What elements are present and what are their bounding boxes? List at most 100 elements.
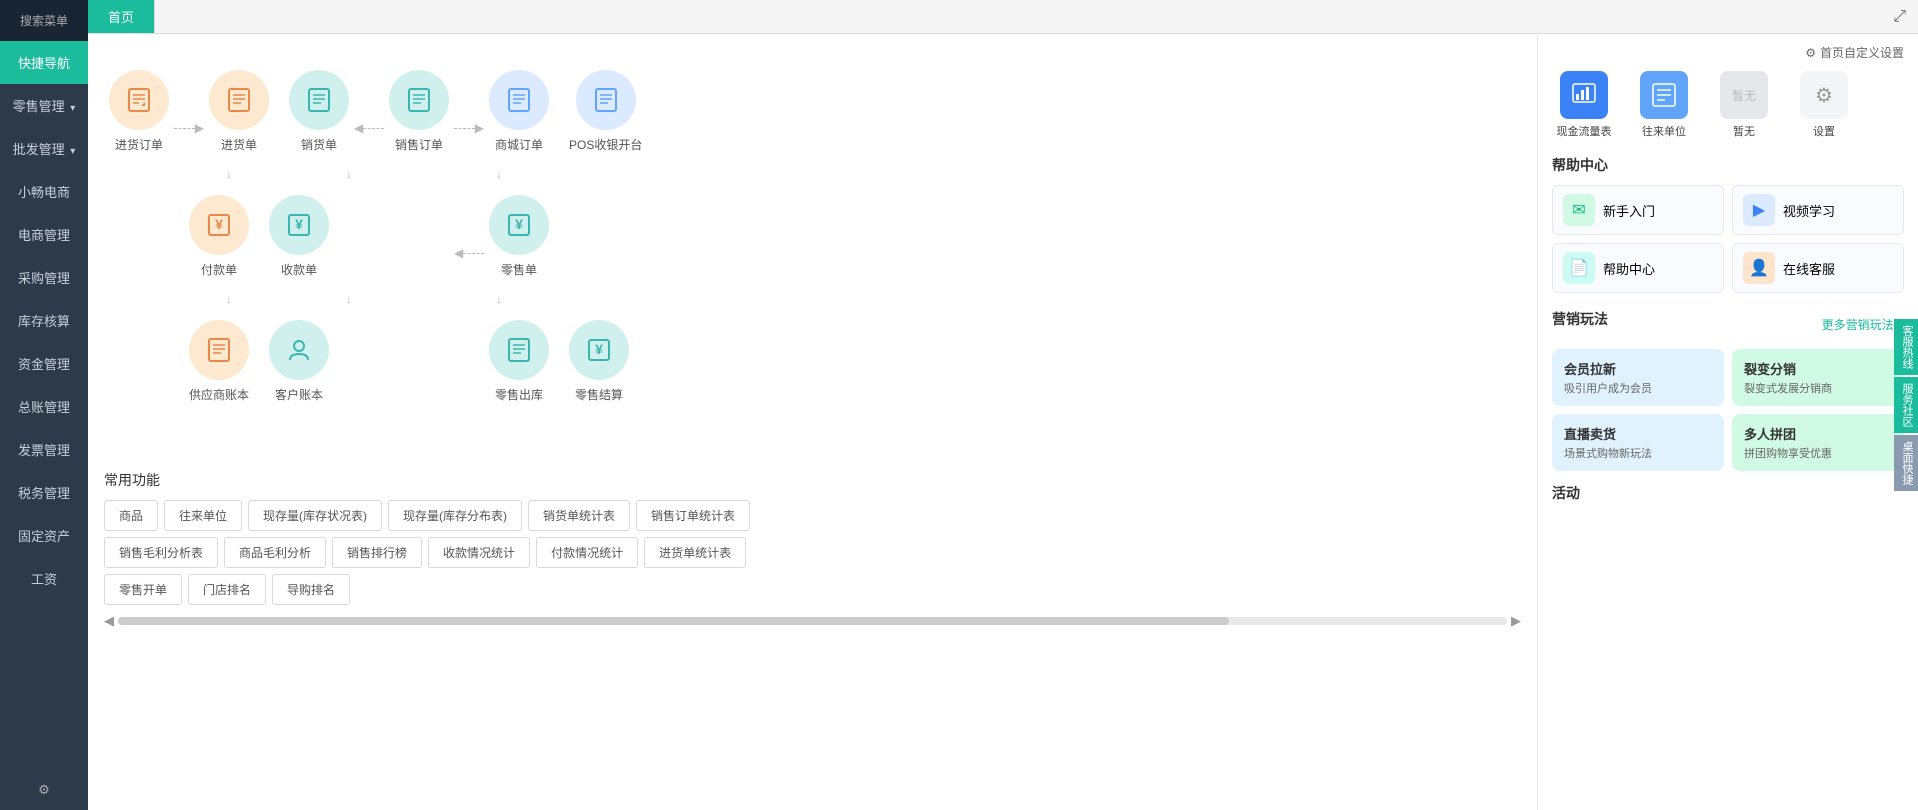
sidebar-item-label: 库存核算 xyxy=(18,314,70,329)
func-button[interactable]: 现存量(库存分布表) xyxy=(388,500,522,531)
sidebar-item-label: 固定资产 xyxy=(18,529,70,544)
tab-home[interactable]: 首页 xyxy=(88,0,155,33)
sidebar-item-inventory[interactable]: 库存核算 xyxy=(0,299,88,342)
node-payment[interactable]: ¥ 付款单 xyxy=(184,185,254,288)
sidebar-settings-button[interactable]: ⚙ xyxy=(0,770,88,810)
tab-bar: 首页 ⤢ xyxy=(88,0,1918,34)
sidebar-item-quick-nav[interactable]: 快捷导航 xyxy=(0,41,88,84)
func-buttons-row2: 销售毛利分析表商品毛利分析销售排行榜收款情况统计付款情况统计进货单统计表 xyxy=(104,537,1521,568)
chevron-down-icon: ▾ xyxy=(70,146,75,157)
node-retail-warehouse[interactable]: 零售出库 xyxy=(484,310,554,413)
more-marketing-link[interactable]: 更多营销玩法 > xyxy=(1822,316,1904,333)
sidebar-item-fixed-assets[interactable]: 固定资产 xyxy=(0,514,88,557)
customer-account-icon xyxy=(269,320,329,380)
func-button[interactable]: 收款情况统计 xyxy=(428,537,530,568)
node-purchase-order[interactable]: 进货订单 xyxy=(104,60,174,163)
receipt-icon: ¥ xyxy=(269,195,329,255)
float-buttons: 客服热线 服务社区 桌面快捷 xyxy=(1894,319,1918,491)
beginner-label: 新手入门 xyxy=(1603,201,1655,220)
scrollbar-track[interactable] xyxy=(118,617,1507,625)
sidebar-item-salary[interactable]: 工资 xyxy=(0,557,88,600)
func-button[interactable]: 门店排名 xyxy=(188,574,266,605)
marketing-title: 营销玩法 xyxy=(1552,309,1608,329)
sidebar-item-tax[interactable]: 税务管理 xyxy=(0,471,88,514)
beginner-icon: ✉ xyxy=(1563,194,1595,226)
sidebar-item-label: 总账管理 xyxy=(18,400,70,415)
func-button[interactable]: 销售毛利分析表 xyxy=(104,537,218,568)
marketing-item-member[interactable]: 会员拉新 吸引用户成为会员 xyxy=(1552,349,1724,406)
customize-label[interactable]: 首页自定义设置 xyxy=(1820,44,1904,61)
sidebar-item-invoice[interactable]: 发票管理 xyxy=(0,428,88,471)
marketing-item-group[interactable]: 多人拼团 拼团购物享受优惠 xyxy=(1732,414,1904,471)
tab-home-label: 首页 xyxy=(108,7,134,26)
func-button[interactable]: 零售开单 xyxy=(104,574,182,605)
func-button[interactable]: 付款情况统计 xyxy=(536,537,638,568)
func-button[interactable]: 现存量(库存状况表) xyxy=(248,500,382,531)
help-item-beginner[interactable]: ✉ 新手入门 xyxy=(1552,185,1724,235)
func-button[interactable]: 销货单统计表 xyxy=(528,500,630,531)
sidebar-search[interactable]: 搜索菜单 xyxy=(0,0,88,41)
func-button[interactable]: 进货单统计表 xyxy=(644,537,746,568)
node-sales-order[interactable]: 销售订单 xyxy=(384,60,454,163)
node-retail-settlement[interactable]: ¥ 零售结算 xyxy=(564,310,634,413)
help-grid: ✉ 新手入门 ▶ 视频学习 📄 帮助中心 👤 在线客服 xyxy=(1552,185,1904,293)
activity-title: 活动 xyxy=(1552,483,1904,503)
sidebar-item-label: 税务管理 xyxy=(18,486,70,501)
common-functions-section: 常用功能 商品往来单位现存量(库存状况表)现存量(库存分布表)销货单统计表销售订… xyxy=(104,470,1521,605)
chevron-down-icon: ▾ xyxy=(70,103,75,114)
shortcut-none[interactable]: 暂无 暂无 xyxy=(1712,71,1776,139)
shortcut-settings[interactable]: ⚙ 设置 xyxy=(1792,71,1856,139)
scroll-left-button[interactable]: ◀ xyxy=(104,613,114,629)
marketing-item-fission[interactable]: 裂变分销 裂变式发展分销商 xyxy=(1732,349,1904,406)
common-functions-title: 常用功能 xyxy=(104,470,1521,490)
node-supplier-account[interactable]: 供应商账本 xyxy=(184,310,254,413)
marketing-item-live[interactable]: 直播卖货 场景式购物新玩法 xyxy=(1552,414,1724,471)
service-community-button[interactable]: 服务社区 xyxy=(1894,377,1918,433)
main-area: 首页 ⤢ xyxy=(88,0,1918,810)
expand-icon[interactable]: ⤢ xyxy=(1881,8,1918,26)
func-button[interactable]: 商品 xyxy=(104,500,158,531)
marketing-header: 营销玩法 更多营销玩法 > xyxy=(1552,309,1904,339)
node-customer-account[interactable]: 客户账本 xyxy=(264,310,334,413)
gear-icon: ⚙ xyxy=(38,782,50,797)
contacts-icon xyxy=(1640,71,1688,119)
pos-cashier-icon xyxy=(576,70,636,130)
node-sales-bill[interactable]: 销货单 xyxy=(284,60,354,163)
shortcut-contacts[interactable]: 往来单位 xyxy=(1632,71,1696,139)
func-buttons-row1: 商品往来单位现存量(库存状况表)现存量(库存分布表)销货单统计表销售订单统计表 xyxy=(104,500,1521,531)
payment-icon: ¥ xyxy=(189,195,249,255)
scroll-right-button[interactable]: ▶ xyxy=(1511,613,1521,629)
cash-flow-icon xyxy=(1560,71,1608,119)
sidebar-item-purchase[interactable]: 采购管理 xyxy=(0,256,88,299)
func-button[interactable]: 销售排行榜 xyxy=(332,537,422,568)
sidebar-item-ecom[interactable]: 电商管理 xyxy=(0,213,88,256)
func-button[interactable]: 往来单位 xyxy=(164,500,242,531)
node-retail-bill[interactable]: ¥ 零售单 xyxy=(484,185,554,288)
func-button[interactable]: 导购排名 xyxy=(272,574,350,605)
sidebar-item-finance[interactable]: 资金管理 xyxy=(0,342,88,385)
sidebar-item-wholesale[interactable]: 批发管理 ▾ xyxy=(0,127,88,170)
help-item-help[interactable]: 📄 帮助中心 xyxy=(1552,243,1724,293)
video-label: 视频学习 xyxy=(1783,201,1835,220)
mall-order-icon xyxy=(489,70,549,130)
shortcuts-header: ⚙ 首页自定义设置 xyxy=(1552,44,1904,61)
settings-icon: ⚙ xyxy=(1800,71,1848,119)
sales-order-icon xyxy=(389,70,449,130)
svg-text:¥: ¥ xyxy=(515,216,523,232)
help-item-video[interactable]: ▶ 视频学习 xyxy=(1732,185,1904,235)
node-purchase-bill[interactable]: 进货单 xyxy=(204,60,274,163)
sidebar-item-general-ledger[interactable]: 总账管理 xyxy=(0,385,88,428)
node-mall-order[interactable]: 商城订单 xyxy=(484,60,554,163)
func-button[interactable]: 销售订单统计表 xyxy=(636,500,750,531)
scroll-area: ◀ ▶ xyxy=(104,613,1521,629)
sidebar-item-xiaochange[interactable]: 小畅电商 xyxy=(0,170,88,213)
node-pos-cashier[interactable]: POS收银开台 xyxy=(564,60,647,163)
desktop-shortcut-button[interactable]: 桌面快捷 xyxy=(1894,435,1918,491)
sidebar-item-label: 采购管理 xyxy=(18,271,70,286)
help-item-service[interactable]: 👤 在线客服 xyxy=(1732,243,1904,293)
node-receipt[interactable]: ¥ 收款单 xyxy=(264,185,334,288)
func-button[interactable]: 商品毛利分析 xyxy=(224,537,326,568)
sidebar-item-retail[interactable]: 零售管理 ▾ xyxy=(0,84,88,127)
customer-service-button[interactable]: 客服热线 xyxy=(1894,319,1918,375)
shortcut-cash-flow[interactable]: 现金流量表 xyxy=(1552,71,1616,139)
